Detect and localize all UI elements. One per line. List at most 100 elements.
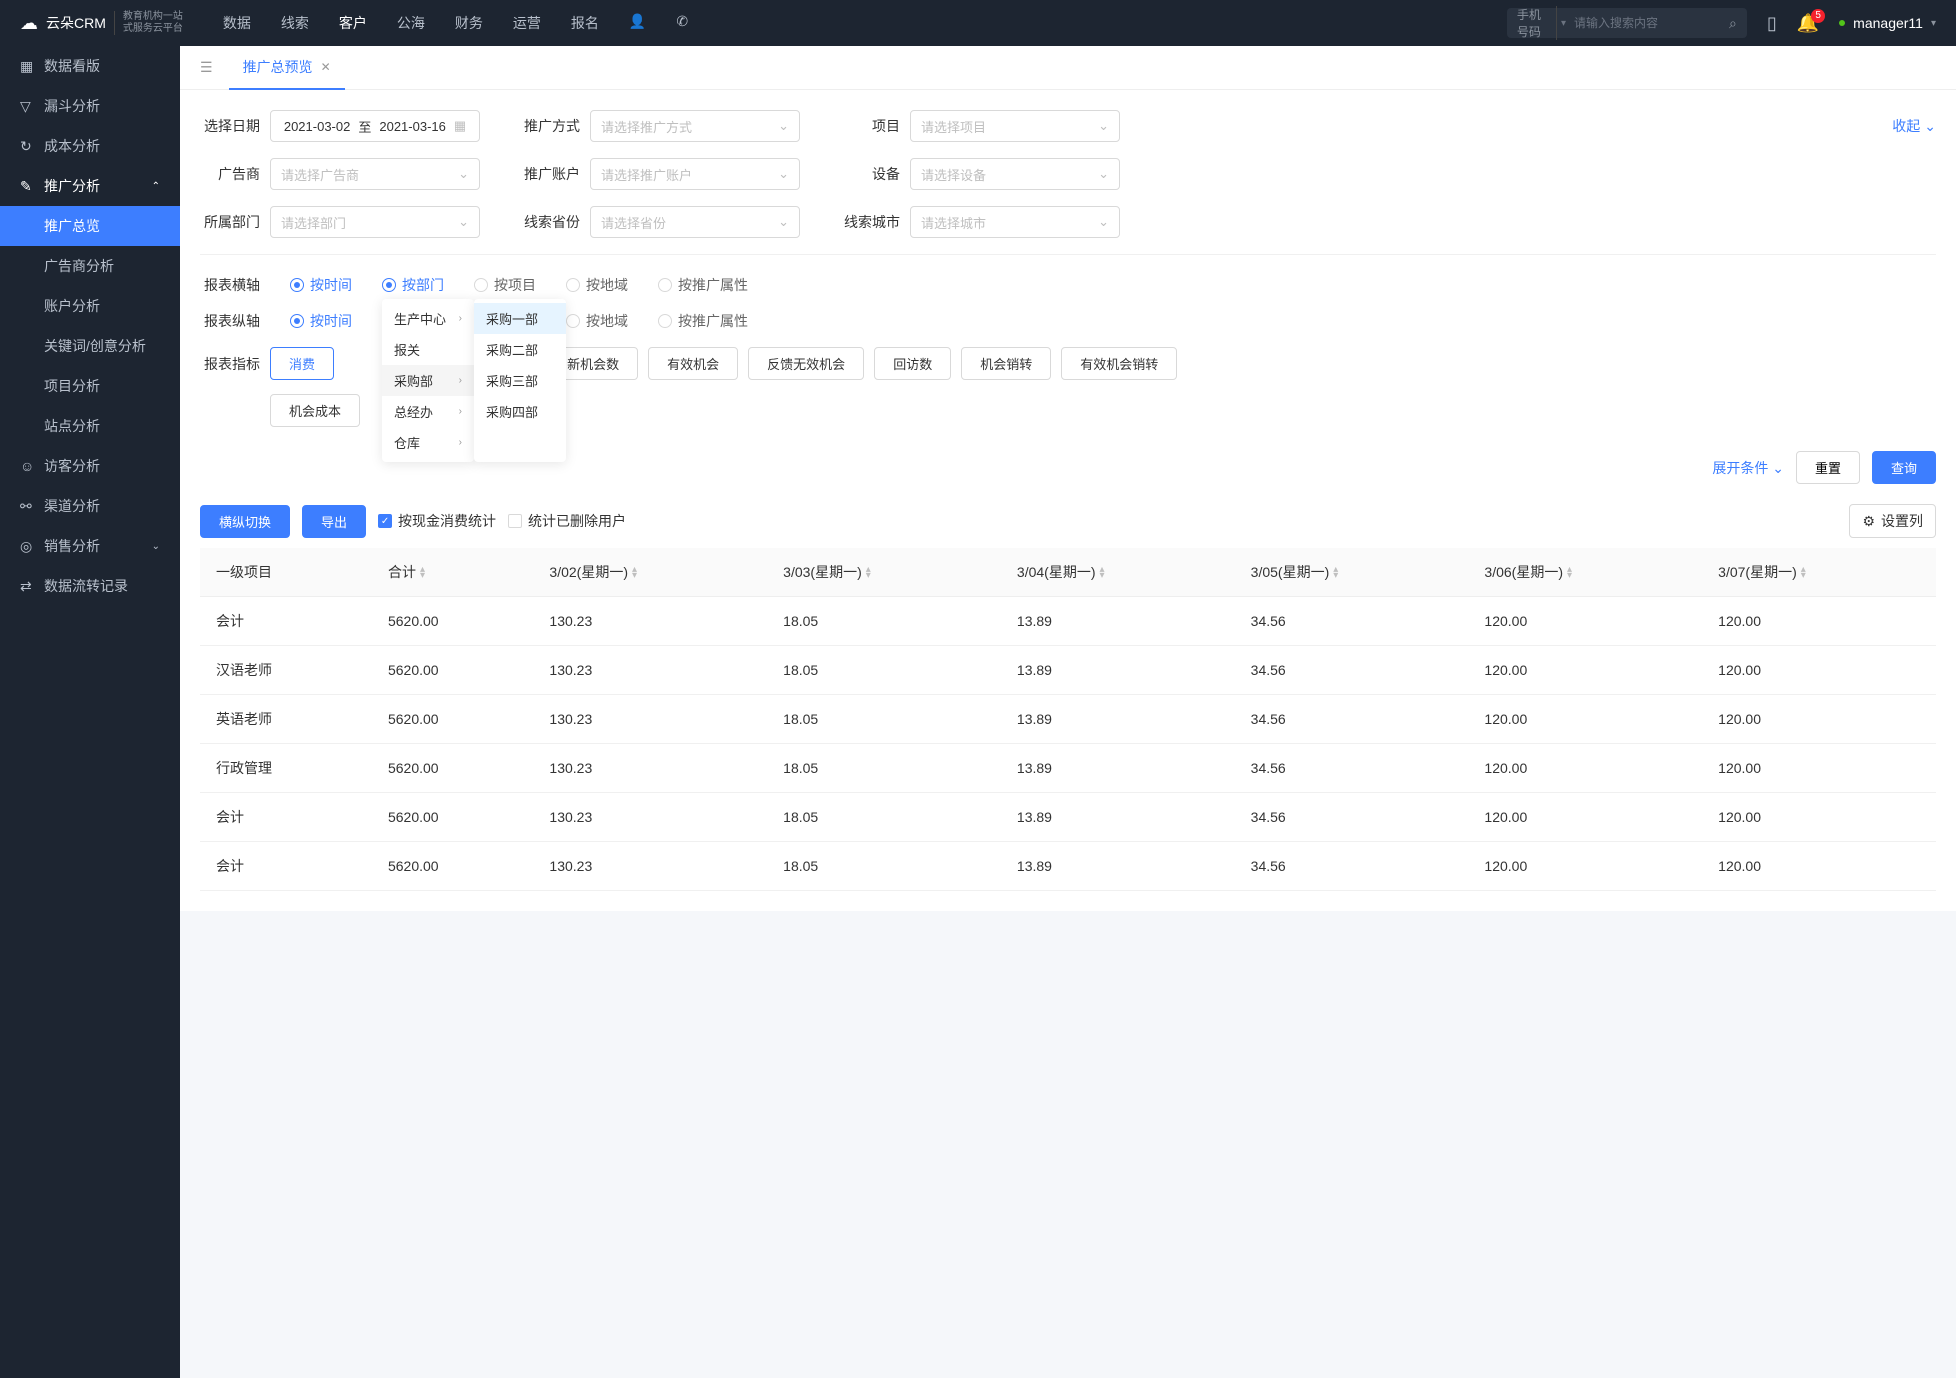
v-axis-attr[interactable]: 按推广属性 <box>658 311 748 331</box>
device-select[interactable]: 请选择设备⌄ <box>910 158 1120 190</box>
cascade-item[interactable]: 仓库› <box>382 427 474 458</box>
phone-icon[interactable]: ✆ <box>676 13 688 33</box>
h-axis-time[interactable]: 按时间 <box>290 275 352 295</box>
table-header[interactable]: 3/02(星期一)▴▾ <box>533 548 767 597</box>
cascade-item[interactable]: 报关 <box>382 334 474 365</box>
h-axis-region[interactable]: 按地域 <box>566 275 628 295</box>
dept-label: 所属部门 <box>200 212 260 232</box>
nav-ops[interactable]: 运营 <box>513 13 541 33</box>
radio-icon <box>382 278 396 292</box>
dept-select[interactable]: 请选择部门⌄ <box>270 206 480 238</box>
table-header[interactable]: 3/03(星期一)▴▾ <box>767 548 1001 597</box>
cascade-item[interactable]: 生产中心› <box>382 303 474 334</box>
method-select[interactable]: 请选择推广方式⌄ <box>590 110 800 142</box>
sidebar-item-sales[interactable]: ◎销售分析⌄ <box>0 526 180 566</box>
project-select[interactable]: 请选择项目⌄ <box>910 110 1120 142</box>
logo[interactable]: ☁ 云朵CRM 教育机构一站式服务云平台 <box>20 11 183 35</box>
v-axis-region[interactable]: 按地域 <box>566 311 628 331</box>
metric-opp-cost[interactable]: 机会成本 <box>270 394 360 427</box>
search-box[interactable]: 手机号码 ▾ ⌕ <box>1507 8 1747 38</box>
export-button[interactable]: 导出 <box>302 505 366 538</box>
h-axis-project[interactable]: 按项目 <box>474 275 536 295</box>
nav-sea[interactable]: 公海 <box>397 13 425 33</box>
search-prefix[interactable]: 手机号码 <box>1517 6 1557 40</box>
search-icon[interactable]: ⌕ <box>1729 15 1737 32</box>
table-cell: 120.00 <box>1468 646 1702 695</box>
metric-opp-conv[interactable]: 机会销转 <box>961 347 1051 380</box>
radio-icon <box>290 314 304 328</box>
province-filter: 线索省份 请选择省份⌄ <box>520 206 800 238</box>
table-row[interactable]: 会计5620.00130.2318.0513.8934.56120.00120.… <box>200 793 1936 842</box>
table-cell: 13.89 <box>1001 793 1235 842</box>
sidebar-item-project[interactable]: 项目分析 <box>0 366 180 406</box>
table-header[interactable]: 3/04(星期一)▴▾ <box>1001 548 1235 597</box>
table-header[interactable]: 3/05(星期一)▴▾ <box>1235 548 1469 597</box>
province-select[interactable]: 请选择省份⌄ <box>590 206 800 238</box>
tab-promo-overview[interactable]: 推广总预览 ✕ <box>229 46 345 90</box>
h-axis-attr[interactable]: 按推广属性 <box>658 275 748 295</box>
user-icon[interactable]: 👤 <box>629 13 646 33</box>
cascade-item[interactable]: 采购三部 <box>474 365 566 396</box>
metric-revisit[interactable]: 回访数 <box>874 347 951 380</box>
city-select[interactable]: 请选择城市⌄ <box>910 206 1120 238</box>
table-row[interactable]: 行政管理5620.00130.2318.0513.8934.56120.0012… <box>200 744 1936 793</box>
metric-invalid[interactable]: 反馈无效机会 <box>748 347 864 380</box>
metric-valid-conv[interactable]: 有效机会销转 <box>1061 347 1177 380</box>
nav-customers[interactable]: 客户 <box>339 13 367 33</box>
settings-columns-button[interactable]: ⚙设置列 <box>1849 504 1936 538</box>
sidebar-item-channel[interactable]: ⚯渠道分析 <box>0 486 180 526</box>
nav-finance[interactable]: 财务 <box>455 13 483 33</box>
sidebar-item-cost[interactable]: ↻成本分析 <box>0 126 180 166</box>
deleted-stat-checkbox[interactable]: 统计已删除用户 <box>508 511 626 531</box>
nav-leads[interactable]: 线索 <box>281 13 309 33</box>
sidebar-item-keyword[interactable]: 关键词/创意分析 <box>0 326 180 366</box>
metric-valid-opp[interactable]: 有效机会 <box>648 347 738 380</box>
reset-button[interactable]: 重置 <box>1796 451 1860 484</box>
sidebar-item-account[interactable]: 账户分析 <box>0 286 180 326</box>
advertiser-select[interactable]: 请选择广告商⌄ <box>270 158 480 190</box>
sidebar-item-promo[interactable]: ✎推广分析⌃ <box>0 166 180 206</box>
collapse-toggle[interactable]: 收起 ⌄ <box>1892 116 1936 136</box>
sidebar-item-visitor[interactable]: ☺访客分析 <box>0 446 180 486</box>
cash-stat-checkbox[interactable]: 按现金消费统计 <box>378 511 496 531</box>
cascade-item[interactable]: 采购二部 <box>474 334 566 365</box>
cascade-item[interactable]: 总经办› <box>382 396 474 427</box>
close-icon[interactable]: ✕ <box>321 60 331 74</box>
user-menu[interactable]: manager11 ▾ <box>1839 15 1936 31</box>
sidebar-item-advertiser[interactable]: 广告商分析 <box>0 246 180 286</box>
h-axis-dept[interactable]: 按部门 生产中心› 报关 采购部› 总经办› 仓库› 采购一部 采购二部 采 <box>382 275 444 295</box>
table-row[interactable]: 会计5620.00130.2318.0513.8934.56120.00120.… <box>200 597 1936 646</box>
table-row[interactable]: 英语老师5620.00130.2318.0513.8934.56120.0012… <box>200 695 1936 744</box>
sidebar-item-flow[interactable]: ⇄数据流转记录 <box>0 566 180 606</box>
table-body: 会计5620.00130.2318.0513.8934.56120.00120.… <box>200 597 1936 891</box>
mobile-icon[interactable]: ▯ <box>1767 13 1777 34</box>
bell-icon[interactable]: 🔔5 <box>1797 13 1819 34</box>
sidebar-item-promo-overview[interactable]: 推广总览 <box>0 206 180 246</box>
sidebar-item-site[interactable]: 站点分析 <box>0 406 180 446</box>
dept-cascade: 生产中心› 报关 采购部› 总经办› 仓库› 采购一部 采购二部 采购三部 采购… <box>382 299 566 462</box>
expand-conditions[interactable]: 展开条件 ⌄ <box>1712 458 1784 478</box>
menu-toggle-icon[interactable]: ☰ <box>192 59 221 76</box>
cascade-item[interactable]: 采购四部 <box>474 396 566 427</box>
sidebar-item-dashboard[interactable]: ▦数据看版 <box>0 46 180 86</box>
nav-data[interactable]: 数据 <box>223 13 251 33</box>
table-header[interactable]: 一级项目 <box>200 548 372 597</box>
query-button[interactable]: 查询 <box>1872 451 1936 484</box>
cascade-item[interactable]: 采购部› <box>382 365 474 396</box>
search-input[interactable] <box>1566 16 1729 30</box>
metric-spend[interactable]: 消费 <box>270 347 334 380</box>
table-cell: 13.89 <box>1001 597 1235 646</box>
nav-signup[interactable]: 报名 <box>571 13 599 33</box>
table-row[interactable]: 汉语老师5620.00130.2318.0513.8934.56120.0012… <box>200 646 1936 695</box>
table-row[interactable]: 会计5620.00130.2318.0513.8934.56120.00120.… <box>200 842 1936 891</box>
v-axis-time[interactable]: 按时间 <box>290 311 352 331</box>
swap-axis-button[interactable]: 横纵切换 <box>200 505 290 538</box>
cascade-item[interactable]: 采购一部 <box>474 303 566 334</box>
date-range-picker[interactable]: 2021-03-02 至 2021-03-16 ▦ <box>270 110 480 142</box>
table-header[interactable]: 3/07(星期一)▴▾ <box>1702 548 1936 597</box>
sidebar-item-funnel[interactable]: ▽漏斗分析 <box>0 86 180 126</box>
data-table-wrap[interactable]: 一级项目合计▴▾3/02(星期一)▴▾3/03(星期一)▴▾3/04(星期一)▴… <box>200 548 1936 891</box>
table-header[interactable]: 合计▴▾ <box>372 548 533 597</box>
account-select[interactable]: 请选择推广账户⌄ <box>590 158 800 190</box>
table-header[interactable]: 3/06(星期一)▴▾ <box>1468 548 1702 597</box>
